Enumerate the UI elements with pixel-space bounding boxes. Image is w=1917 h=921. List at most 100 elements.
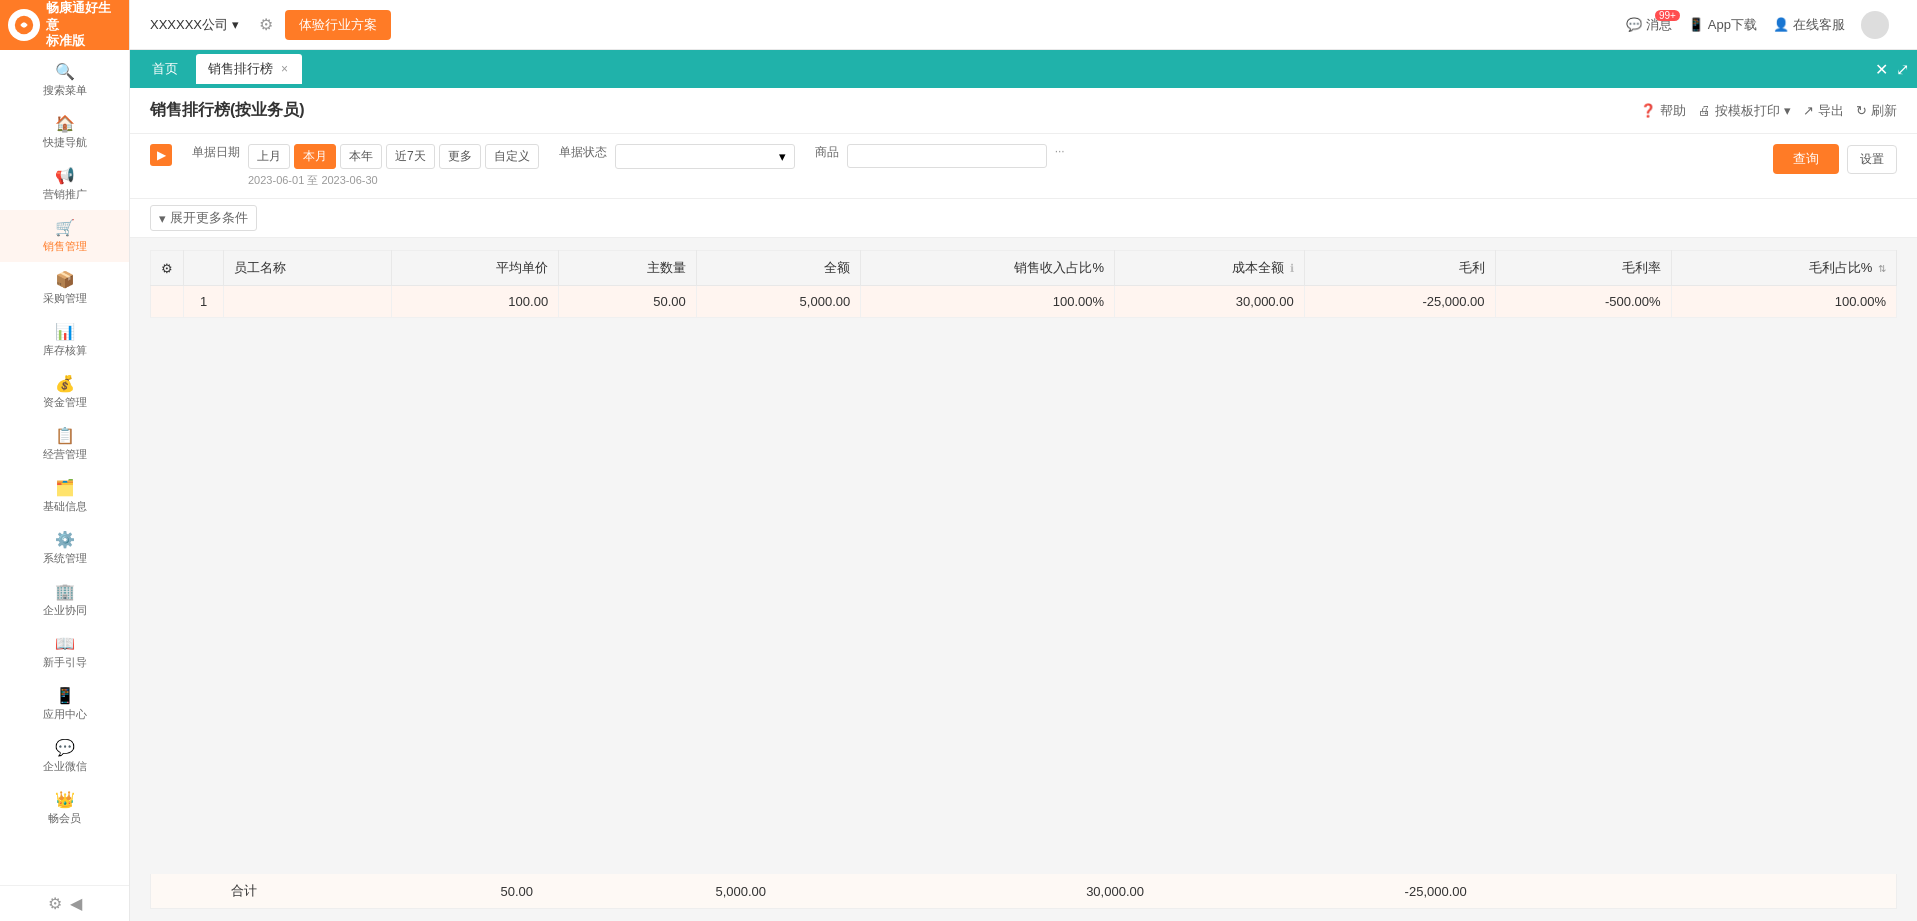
gross-pct-sort-icon[interactable]: ⇅ (1878, 263, 1886, 274)
close-window-icon[interactable]: ✕ (1875, 60, 1888, 79)
filter-settings-button[interactable]: 设置 (1847, 145, 1897, 174)
sidebar-item-inventory[interactable]: 📊 库存核算 (0, 314, 129, 366)
collapse-icon[interactable]: ◀ (70, 894, 82, 913)
wechat-icon: 💬 (55, 738, 75, 757)
footer-cell-gross-rate (1731, 874, 1813, 909)
settings-bottom-icon[interactable]: ⚙ (48, 894, 62, 913)
date-btn-more[interactable]: 更多 (439, 144, 481, 169)
cell-settings (151, 286, 184, 318)
online-service-label: 在线客服 (1793, 16, 1845, 34)
refresh-icon: ↻ (1856, 103, 1867, 118)
online-service-button[interactable]: 👤 在线客服 (1773, 16, 1845, 34)
cell-sales-pct: 100.00% (861, 286, 1115, 318)
message-button[interactable]: 💬 消息 99+ (1626, 16, 1672, 34)
export-button[interactable]: ↗ 导出 (1803, 102, 1844, 120)
sidebar-bottom: ⚙ ◀ (0, 885, 129, 921)
page-actions: ❓ 帮助 🖨 按模板打印 ▾ ↗ 导出 ↻ 刷新 (1640, 102, 1897, 132)
sidebar-item-purchase[interactable]: 📦 采购管理 (0, 262, 129, 314)
logo-icon (8, 9, 40, 41)
marketing-icon: 📢 (55, 166, 75, 185)
sidebar-item-search[interactable]: 🔍 搜索菜单 (0, 54, 129, 106)
sidebar-item-operation[interactable]: 📋 经营管理 (0, 418, 129, 470)
cost-info-icon[interactable]: ℹ (1290, 262, 1294, 274)
filter-section: ▶ 单据日期 上月 本月 本年 近7天 更多 自定义 2023-06-01 (130, 134, 1917, 199)
sidebar: 畅康通好生意 标准版 🔍 搜索菜单 🏠 快捷导航 📢 营销推广 🛒 销售管理 📦… (0, 0, 130, 921)
footer-cell-rank (181, 874, 221, 909)
sidebar-item-sales[interactable]: 🛒 销售管理 (0, 210, 129, 262)
data-table: ⚙ 员工名称 平均单价 主数量 全额 (150, 250, 1897, 318)
cell-cost: 30,000.00 (1115, 286, 1305, 318)
cell-gross: -25,000.00 (1304, 286, 1495, 318)
date-btn-this-month[interactable]: 本月 (294, 144, 336, 169)
print-button[interactable]: 🖨 按模板打印 ▾ (1698, 102, 1791, 120)
filter-main-row: ▶ 单据日期 上月 本月 本年 近7天 更多 自定义 2023-06-01 (150, 144, 1897, 188)
date-btn-last-month[interactable]: 上月 (248, 144, 290, 169)
sidebar-item-member[interactable]: 👑 畅会员 (0, 782, 129, 834)
export-icon: ↗ (1803, 103, 1814, 118)
tab-sales-ranking[interactable]: 销售排行榜 × (196, 54, 302, 84)
col-header-settings[interactable]: ⚙ (151, 251, 184, 286)
filter-expand-arrow[interactable]: ▶ (150, 144, 172, 166)
col-header-gross-rate: 毛利率 (1495, 251, 1671, 286)
goods-input[interactable] (847, 144, 1047, 168)
col-header-sales-pct: 销售收入占比% (861, 251, 1115, 286)
company-selector[interactable]: XXXXXX公司 ▾ (142, 12, 247, 38)
sidebar-item-marketing[interactable]: 📢 营销推广 (0, 158, 129, 210)
topbar: XXXXXX公司 ▾ ⚙ 体验行业方案 💬 消息 99+ 📱 App下载 👤 在… (130, 0, 1917, 50)
sidebar-item-system[interactable]: ⚙️ 系统管理 (0, 522, 129, 574)
col-header-amount: 全额 (696, 251, 860, 286)
page-header: 销售排行榜(按业务员) ❓ 帮助 🖨 按模板打印 ▾ ↗ 导出 ↻ 刷新 (130, 88, 1917, 134)
purchase-icon: 📦 (55, 270, 75, 289)
refresh-button[interactable]: ↻ 刷新 (1856, 102, 1897, 120)
sidebar-item-guide[interactable]: 📖 新手引导 (0, 626, 129, 678)
enterprise-icon: 🏢 (55, 582, 75, 601)
app-download-button[interactable]: 📱 App下载 (1688, 16, 1757, 34)
help-button[interactable]: ❓ 帮助 (1640, 102, 1686, 120)
avatar[interactable] (1861, 11, 1889, 39)
message-badge: 99+ (1655, 10, 1680, 21)
footer-table: 合计 50.00 5,000.00 30,000.00 -25,000.00 (150, 874, 1897, 909)
topbar-right: 💬 消息 99+ 📱 App下载 👤 在线客服 (1626, 11, 1905, 39)
col-header-gross: 毛利 (1304, 251, 1495, 286)
cell-gross-rate: -500.00% (1495, 286, 1671, 318)
main-area: XXXXXX公司 ▾ ⚙ 体验行业方案 💬 消息 99+ 📱 App下载 👤 在… (130, 0, 1917, 921)
sidebar-item-wechat[interactable]: 💬 企业微信 (0, 730, 129, 782)
goods-filter-group: 商品 ··· (815, 144, 1065, 168)
status-select-arrow: ▾ (779, 149, 786, 164)
finance-icon: 💰 (55, 374, 75, 393)
sidebar-item-app-center[interactable]: 📱 应用中心 (0, 678, 129, 730)
logo-text: 畅康通好生意 标准版 (46, 0, 121, 50)
date-btn-this-year[interactable]: 本年 (340, 144, 382, 169)
tab-home[interactable]: 首页 (138, 54, 192, 84)
tab-close-icon[interactable]: × (279, 62, 290, 76)
trial-button[interactable]: 体验行业方案 (285, 10, 391, 40)
date-btn-7days[interactable]: 近7天 (386, 144, 435, 169)
print-icon: 🖨 (1698, 103, 1711, 118)
sidebar-item-finance[interactable]: 💰 资金管理 (0, 366, 129, 418)
chevron-down-icon: ▾ (159, 211, 166, 226)
date-filter-group: 单据日期 上月 本月 本年 近7天 更多 自定义 2023-06-01 至 20… (192, 144, 539, 188)
table-area: ⚙ 员工名称 平均单价 主数量 全额 (130, 238, 1917, 921)
status-select[interactable]: ▾ (615, 144, 795, 169)
col-header-quantity: 主数量 (559, 251, 697, 286)
topbar-settings-icon[interactable]: ⚙ (255, 11, 277, 38)
footer-cell-sales-pct (994, 874, 1076, 909)
col-header-cost: 成本全额 ℹ (1115, 251, 1305, 286)
cell-employee (224, 286, 392, 318)
sidebar-item-enterprise[interactable]: 🏢 企业协同 (0, 574, 129, 626)
date-buttons: 上月 本月 本年 近7天 更多 自定义 (248, 144, 539, 169)
expand-more-button[interactable]: ▾ 展开更多条件 (150, 205, 257, 231)
expand-more-row: ▾ 展开更多条件 (130, 199, 1917, 238)
goods-more-icon[interactable]: ··· (1055, 144, 1065, 158)
sidebar-item-quick-nav[interactable]: 🏠 快捷导航 (0, 106, 129, 158)
maximize-icon[interactable]: ⤢ (1896, 60, 1909, 79)
inventory-icon: 📊 (55, 322, 75, 341)
content: 销售排行榜(按业务员) ❓ 帮助 🖨 按模板打印 ▾ ↗ 导出 ↻ 刷新 (130, 88, 1917, 921)
date-btn-custom[interactable]: 自定义 (485, 144, 539, 169)
operation-icon: 📋 (55, 426, 75, 445)
sidebar-item-basic-info[interactable]: 🗂️ 基础信息 (0, 470, 129, 522)
status-label: 单据状态 (559, 144, 607, 161)
tabbar-right: ✕ ⤢ (1875, 60, 1909, 79)
query-button[interactable]: 查询 (1773, 144, 1839, 174)
footer-cell-amount: 5,000.00 (705, 874, 994, 909)
